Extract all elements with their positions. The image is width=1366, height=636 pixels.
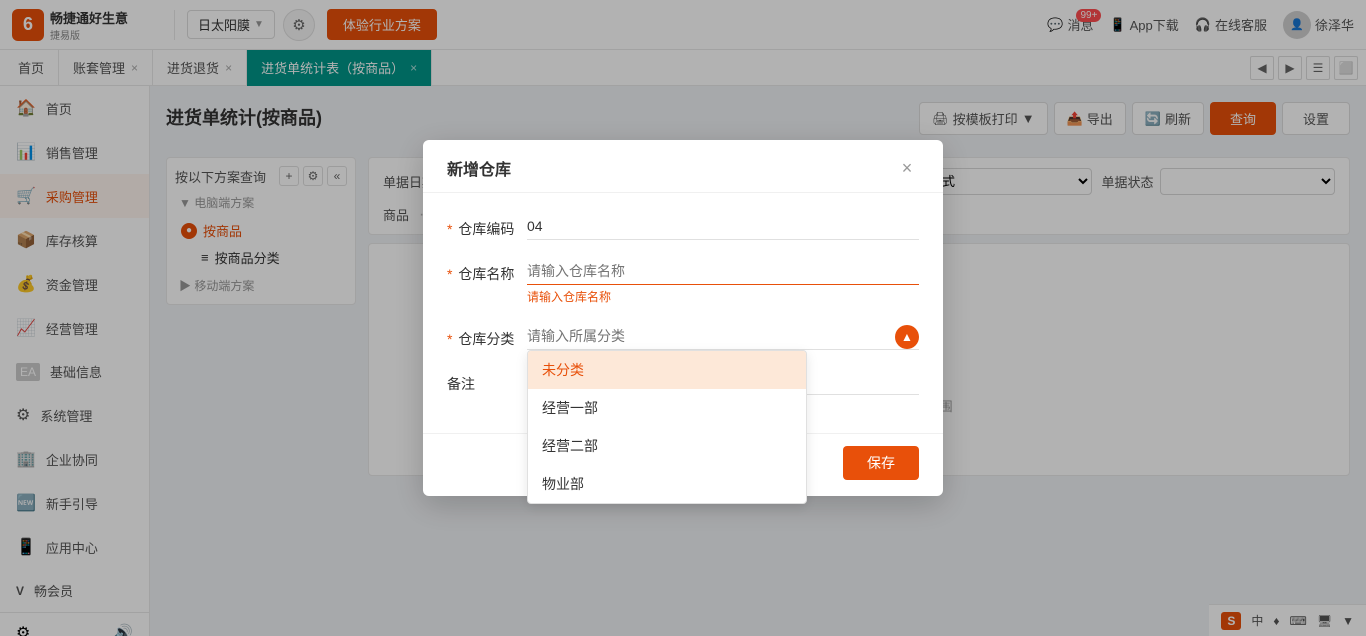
modal-title: 新增仓库: [447, 156, 511, 180]
dropdown-item-uncategorized[interactable]: 未分类: [528, 351, 806, 389]
name-field: 请输入仓库名称: [527, 258, 919, 305]
dropdown-item-dept2[interactable]: 经营二部: [528, 427, 806, 465]
form-row-category: * 仓库分类 ▲ 未分类 经营一部 经营二部 物业部: [447, 323, 919, 350]
category-input[interactable]: [527, 323, 919, 350]
form-row-code: * 仓库编码: [447, 213, 919, 240]
name-label: * 仓库名称: [447, 258, 527, 284]
modal-header: 新增仓库 ×: [423, 140, 943, 193]
category-field: ▲ 未分类 经营一部 经营二部 物业部: [527, 323, 919, 350]
modal-close-btn[interactable]: ×: [895, 156, 919, 180]
category-dropdown-arrow[interactable]: ▲: [895, 325, 919, 349]
code-label: * 仓库编码: [447, 213, 527, 239]
name-error-msg: 请输入仓库名称: [527, 288, 919, 305]
code-field: [527, 213, 919, 240]
notes-label: 备注: [447, 368, 527, 394]
modal-overlay: 新增仓库 × * 仓库编码 * 仓库名称: [0, 0, 1366, 636]
modal-body: * 仓库编码 * 仓库名称 请输入仓库名称: [423, 193, 943, 433]
category-label: * 仓库分类: [447, 323, 527, 349]
form-row-name: * 仓库名称 请输入仓库名称: [447, 258, 919, 305]
category-select-wrapper: ▲: [527, 323, 919, 350]
save-btn[interactable]: 保存: [843, 446, 919, 480]
add-warehouse-modal: 新增仓库 × * 仓库编码 * 仓库名称: [423, 140, 943, 496]
dropdown-item-dept1[interactable]: 经营一部: [528, 389, 806, 427]
category-dropdown: 未分类 经营一部 经营二部 物业部: [527, 350, 807, 504]
dropdown-item-property[interactable]: 物业部: [528, 465, 806, 503]
code-input[interactable]: [527, 213, 919, 240]
name-input[interactable]: [527, 258, 919, 285]
